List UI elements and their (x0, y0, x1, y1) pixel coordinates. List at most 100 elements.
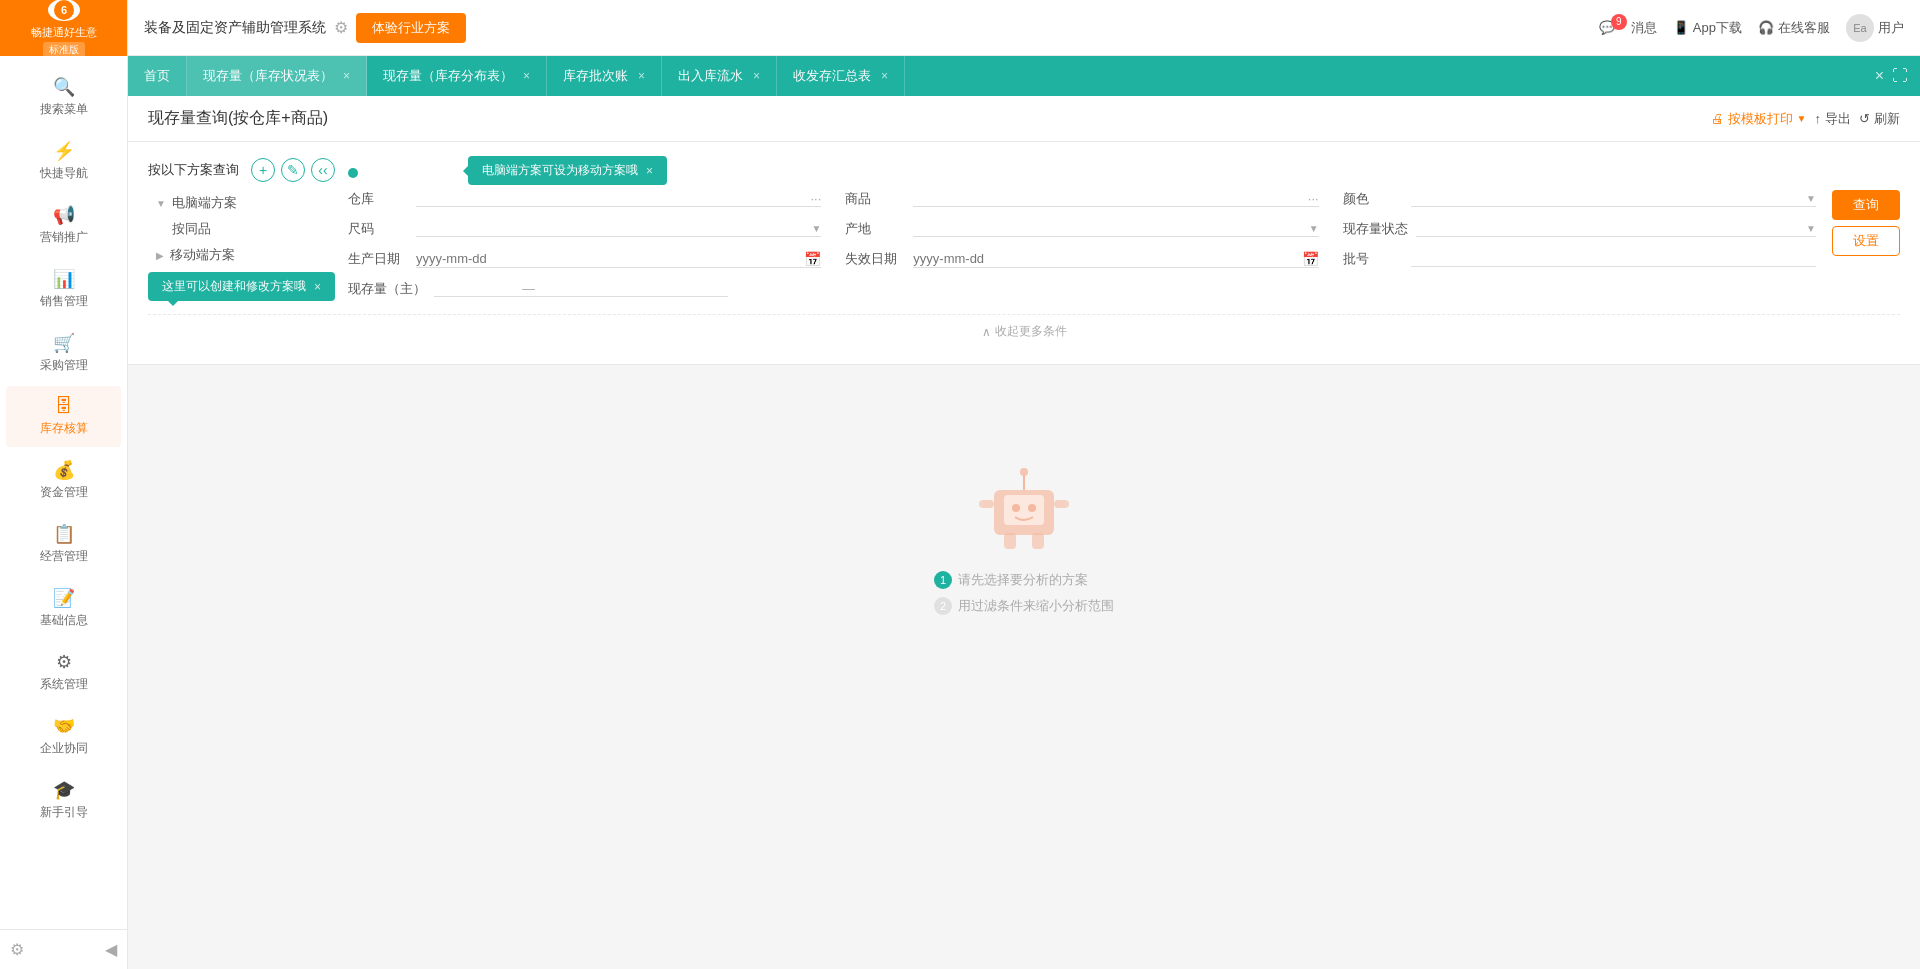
sidebar-item-newbie[interactable]: 🎓 新手引导 (6, 769, 121, 831)
tab-inventory-status-label: 现存量（库存状况表） (203, 67, 333, 85)
tab-inventory-status-close[interactable]: × (343, 69, 350, 83)
sidebar-item-quick[interactable]: ⚡ 快捷导航 (6, 130, 121, 192)
stock-status-dropdown-icon[interactable]: ▼ (1806, 223, 1816, 234)
warehouse-input[interactable] (416, 191, 810, 206)
app-download-label: App下载 (1693, 19, 1742, 37)
warehouse-dots-btn[interactable]: ··· (810, 191, 821, 206)
origin-input[interactable] (913, 221, 1308, 236)
svg-rect-10 (1004, 533, 1016, 549)
online-support-btn[interactable]: 🎧 在线客服 (1758, 19, 1830, 37)
production-date-field: 生产日期 📅 (348, 250, 821, 268)
mobile-plan-tooltip: 电脑端方案可设为移动方案哦 × (468, 156, 667, 185)
svg-point-5 (1028, 504, 1036, 512)
tab-in-out-flow-close[interactable]: × (753, 69, 760, 83)
sidebar-item-search[interactable]: 🔍 搜索菜单 (6, 66, 121, 128)
sidebar-label-quick: 快捷导航 (40, 165, 88, 182)
sidebar-item-basic[interactable]: 📝 基础信息 (6, 577, 121, 639)
expiry-date-input[interactable] (913, 251, 1301, 266)
tab-recv-summary-close[interactable]: × (881, 69, 888, 83)
set-btn[interactable]: 设置 (1832, 226, 1900, 256)
tab-recv-summary-label: 收发存汇总表 (793, 67, 871, 85)
expiry-date-label: 失效日期 (845, 250, 905, 268)
goods-input[interactable] (913, 191, 1307, 206)
user-menu[interactable]: Ea 用户 (1846, 14, 1904, 42)
topbar-settings-icon[interactable]: ⚙ (334, 18, 348, 37)
industry-plan-btn[interactable]: 体验行业方案 (356, 13, 466, 43)
sidebar-item-purchase[interactable]: 🛒 采购管理 (6, 322, 121, 384)
topbar: 装备及固定资产辅助管理系统 ⚙ 体验行业方案 💬 9 消息 📱 App下载 🎧 … (128, 0, 1920, 56)
app-download-btn[interactable]: 📱 App下载 (1673, 19, 1742, 37)
sidebar-item-inventory[interactable]: 🗄 库存核算 (6, 386, 121, 447)
sidebar-item-sales[interactable]: 📊 销售管理 (6, 258, 121, 320)
stock-status-label: 现存量状态 (1343, 220, 1408, 238)
tab-inventory-dist-close[interactable]: × (523, 69, 530, 83)
settings-footer-btn[interactable]: ⚙ (10, 940, 24, 959)
stock-status-field: 现存量状态 ▼ (1343, 220, 1816, 238)
origin-dropdown-icon[interactable]: ▼ (1309, 223, 1319, 234)
stock-main-to-input[interactable] (543, 281, 623, 296)
phone-icon: 📱 (1673, 20, 1689, 35)
size-dropdown-icon[interactable]: ▼ (811, 223, 821, 234)
empty-illustration (969, 445, 1079, 555)
warehouse-label: 仓库 (348, 190, 408, 208)
batch-input[interactable] (1411, 251, 1816, 266)
stock-status-input[interactable] (1416, 221, 1806, 236)
collapse-sidebar-btn[interactable]: ◀ (105, 940, 117, 959)
page-header: 现存量查询(按仓库+商品) 🖨 按模板打印 ▼ ↑ 导出 ↺ 刷新 (128, 96, 1920, 142)
template-print-btn[interactable]: 🖨 按模板打印 ▼ (1711, 110, 1807, 128)
color-input[interactable] (1411, 191, 1806, 206)
goods-dots-btn[interactable]: ··· (1308, 191, 1319, 206)
create-tooltip-close[interactable]: × (314, 280, 321, 294)
tab-batch-ledger[interactable]: 库存批次账 × (547, 56, 662, 96)
messages-btn[interactable]: 💬 9 消息 (1599, 19, 1657, 37)
sidebar-label-enterprise: 企业协同 (40, 740, 88, 757)
tab-batch-ledger-close[interactable]: × (638, 69, 645, 83)
warehouse-input-wrap: ··· (416, 191, 821, 207)
filter-plan-actions: + ✎ ‹‹ (251, 158, 335, 182)
batch-input-wrap (1411, 251, 1816, 267)
production-date-input[interactable] (416, 251, 804, 266)
cart-icon: 🛒 (53, 332, 75, 354)
plan-desktop-label: 电脑端方案 (172, 194, 237, 212)
export-btn[interactable]: ↑ 导出 (1815, 110, 1852, 128)
sidebar-label-finance: 资金管理 (40, 484, 88, 501)
svg-point-7 (1020, 468, 1028, 476)
tab-inventory-status[interactable]: 现存量（库存状况表） × (187, 56, 367, 96)
tab-inventory-dist[interactable]: 现存量（库存分布表） × (367, 56, 547, 96)
collapse-btn[interactable]: ∧ 收起更多条件 (982, 323, 1067, 340)
plan-tree-mobile[interactable]: ▶ 移动端方案 (148, 242, 328, 268)
color-dropdown-icon[interactable]: ▼ (1806, 193, 1816, 204)
refresh-btn[interactable]: ↺ 刷新 (1859, 110, 1900, 128)
stock-main-label: 现存量（主） (348, 280, 426, 298)
lightning-icon: ⚡ (53, 140, 75, 162)
sidebar-item-operations[interactable]: 📋 经营管理 (6, 513, 121, 575)
refresh-icon: ↺ (1859, 111, 1870, 126)
expiry-date-calendar-icon[interactable]: 📅 (1302, 251, 1319, 267)
tab-home[interactable]: 首页 (128, 56, 187, 96)
tab-close-all-btn[interactable]: × (1875, 67, 1884, 85)
tab-fullscreen-btn[interactable]: ⛶ (1892, 67, 1908, 85)
mobile-tooltip-close[interactable]: × (646, 164, 653, 178)
production-date-calendar-icon[interactable]: 📅 (804, 251, 821, 267)
prev-plan-btn[interactable]: ‹‹ (311, 158, 335, 182)
add-plan-btn[interactable]: + (251, 158, 275, 182)
filter-fields-row1: 仓库 ··· 商品 ··· (348, 190, 1816, 208)
plan-tree-desktop[interactable]: ▼ 电脑端方案 (148, 190, 328, 216)
sidebar-item-finance[interactable]: 💰 资金管理 (6, 449, 121, 511)
plan-tree-desktop-item[interactable]: 按同品 (148, 216, 328, 242)
cabinet-icon: 🗄 (55, 396, 73, 417)
page-title: 现存量查询(按仓库+商品) (148, 108, 328, 129)
sidebar-nav: 🔍 搜索菜单 ⚡ 快捷导航 📢 营销推广 📊 销售管理 🛒 采购管理 🗄 库存核… (0, 56, 127, 929)
sidebar-item-system[interactable]: ⚙ 系统管理 (6, 641, 121, 703)
search-btn[interactable]: 查询 (1832, 190, 1900, 220)
edit-plan-btn[interactable]: ✎ (281, 158, 305, 182)
stock-main-field: 现存量（主） — (348, 280, 728, 298)
sidebar-item-marketing[interactable]: 📢 营销推广 (6, 194, 121, 256)
svg-rect-11 (1032, 533, 1044, 549)
sidebar-item-enterprise[interactable]: 🤝 企业协同 (6, 705, 121, 767)
color-label: 颜色 (1343, 190, 1403, 208)
stock-main-from-input[interactable] (434, 281, 514, 296)
tab-recv-summary[interactable]: 收发存汇总表 × (777, 56, 905, 96)
tab-in-out-flow[interactable]: 出入库流水 × (662, 56, 777, 96)
size-input[interactable] (416, 221, 811, 236)
